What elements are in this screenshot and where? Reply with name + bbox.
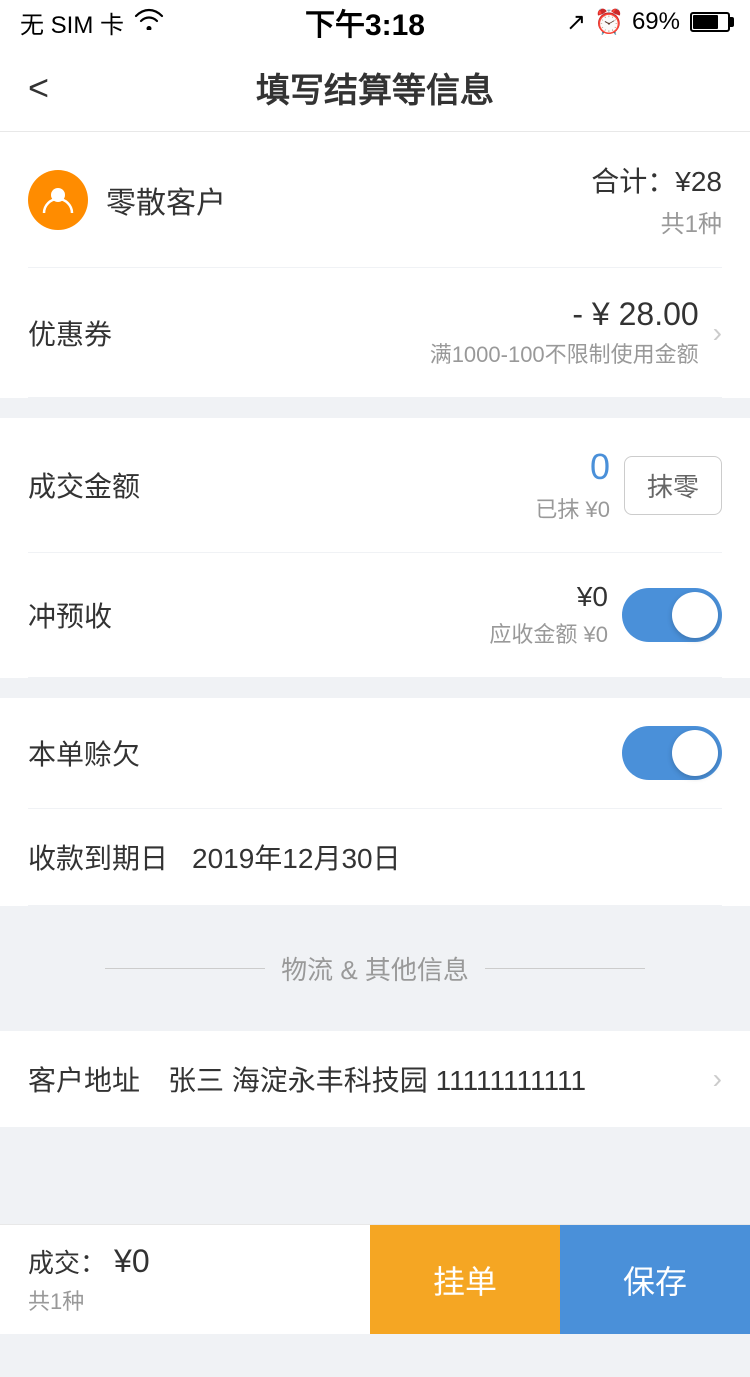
coupon-right: - ¥ 28.00 满1000-100不限制使用金额 › [430,296,722,369]
debt-toggle[interactable] [622,726,722,780]
customer-row: 零散客户 合计：¥28 共1种 [28,132,722,268]
page-title: 填写结算等信息 [256,63,494,112]
address-section[interactable]: 客户地址 张三 海淀永丰科技园 11111111111 › [0,1031,750,1127]
debt-section: 本单赊欠 收款到期日 2019年12月30日 [0,698,750,906]
location-icon: ↗ [566,8,586,37]
divider-3 [0,906,750,926]
coupon-label: 优惠券 [28,313,112,353]
nav-bar: < 填写结算等信息 [0,44,750,132]
pending-label: 挂单 [433,1257,497,1303]
customer-name: 零散客户 [106,178,226,222]
transaction-label: 成交金额 [28,465,140,505]
coupon-row[interactable]: 优惠券 - ¥ 28.00 满1000-100不限制使用金额 › [28,268,722,398]
pre-collect-detail: ¥0 应收金额 ¥0 [489,581,608,649]
sim-text: 无 SIM 卡 [20,5,124,40]
battery-icon [690,12,730,32]
round-button[interactable]: 抹零 [624,456,722,515]
address-value: 张三 海淀永丰科技园 11111111111 [168,1059,713,1099]
debt-label: 本单赊欠 [28,733,140,773]
status-right: ↗ ⏰ 69% [566,8,730,37]
pre-collect-sub: 应收金额 ¥0 [489,617,608,649]
customer-total: 合计：¥28 共1种 [591,160,722,239]
transaction-detail: 0 已抹 ¥0 [535,446,610,524]
customer-avatar [28,170,88,230]
divider-4 [0,1011,750,1031]
pre-collect-label: 冲预收 [28,595,112,635]
pending-button[interactable]: 挂单 [370,1225,560,1334]
pre-collect-row: 冲预收 ¥0 应收金额 ¥0 [28,553,722,678]
header-line-right [485,968,645,969]
pre-collect-toggle[interactable] [622,588,722,642]
bottom-count: 共1种 [28,1284,342,1316]
customer-section: 零散客户 合计：¥28 共1种 [0,132,750,268]
transaction-row: 成交金额 0 已抹 ¥0 抹零 [28,418,722,553]
transaction-sub: 已抹 ¥0 [535,492,610,524]
coupon-detail: - ¥ 28.00 满1000-100不限制使用金额 [430,296,699,369]
deal-amount: ¥0 [114,1243,150,1280]
transaction-section: 成交金额 0 已抹 ¥0 抹零 冲预收 ¥0 应收金额 ¥0 [0,418,750,678]
coupon-amount: - ¥ 28.00 [430,296,699,333]
logistics-header: 物流 & 其他信息 [0,926,750,1011]
bottom-info: 成交： ¥0 共1种 [0,1225,370,1334]
back-button[interactable]: < [28,67,49,109]
toggle-knob-debt [672,730,718,776]
transaction-value[interactable]: 0 [535,446,610,488]
address-label: 客户地址 [28,1059,140,1099]
debt-row: 本单赊欠 [28,698,722,809]
toggle-knob [672,592,718,638]
header-line-left [105,968,265,969]
battery-percent: 69% [632,8,680,36]
coupon-desc: 满1000-100不限制使用金额 [430,337,699,369]
save-label: 保存 [623,1257,687,1303]
save-button[interactable]: 保存 [560,1225,750,1334]
due-date-row: 收款到期日 2019年12月30日 [28,809,722,906]
logistics-title: 物流 & 其他信息 [281,950,469,987]
status-bar: 无 SIM 卡 下午3:18 ↗ ⏰ 69% [0,0,750,44]
due-date-label: 收款到期日 [28,837,168,877]
customer-info: 零散客户 [28,170,226,230]
coupon-section[interactable]: 优惠券 - ¥ 28.00 满1000-100不限制使用金额 › [0,268,750,398]
status-time: 下午3:18 [305,0,425,44]
address-row[interactable]: 客户地址 张三 海淀永丰科技园 11111111111 › [28,1031,722,1127]
deal-label: 成交： [28,1243,106,1280]
transaction-right: 0 已抹 ¥0 抹零 [535,446,722,524]
total-count: 共1种 [591,204,722,239]
total-amount: 合计：¥28 [591,160,722,200]
pre-collect-main: ¥0 [489,581,608,613]
divider-2 [0,678,750,698]
divider-1 [0,398,750,418]
address-chevron-icon: › [713,1063,722,1095]
bottom-deal: 成交： ¥0 [28,1243,342,1280]
debt-right [622,726,722,780]
wifi-icon [134,8,164,37]
chevron-right-icon: › [713,317,722,349]
bottom-bar: 成交： ¥0 共1种 挂单 保存 [0,1224,750,1334]
due-date-value: 2019年12月30日 [192,837,401,877]
pre-collect-right: ¥0 应收金额 ¥0 [489,581,722,649]
status-left: 无 SIM 卡 [20,5,164,40]
alarm-icon: ⏰ [594,8,624,37]
